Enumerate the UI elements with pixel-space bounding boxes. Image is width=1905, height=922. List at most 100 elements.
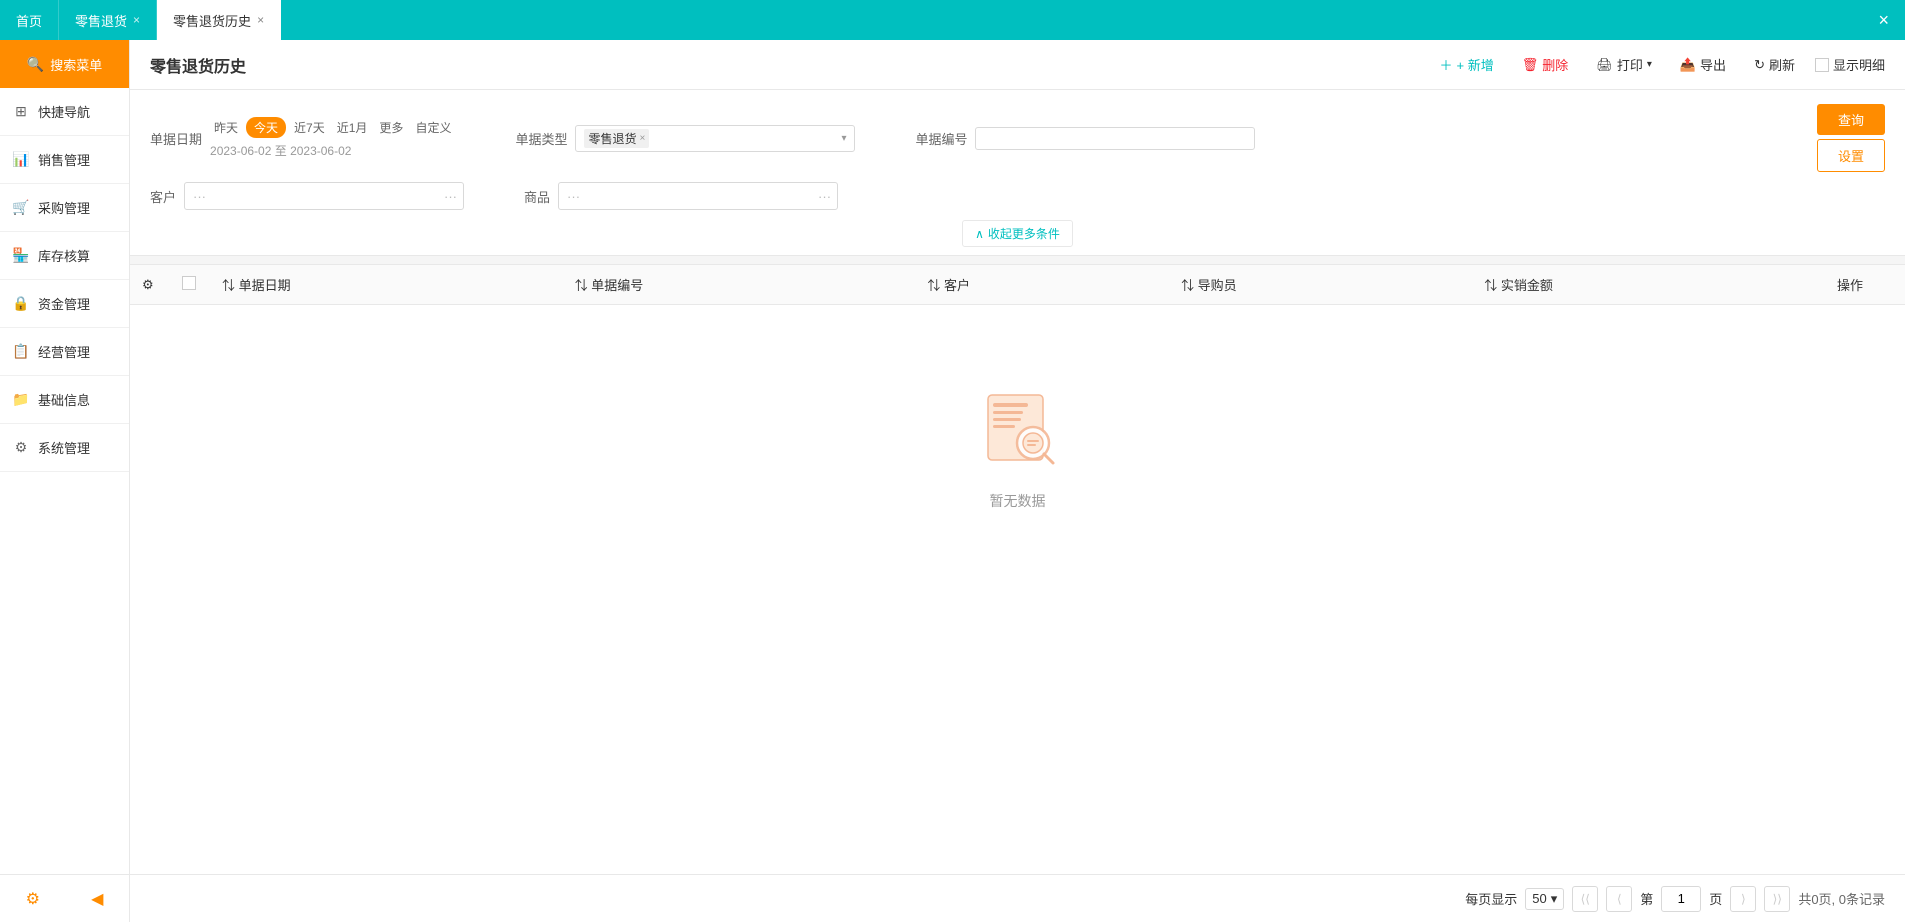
th-amount-label: ⇅ 实销金额 — [1484, 278, 1553, 293]
collapse-up-icon: ∧ — [975, 227, 984, 241]
topbar-close-button[interactable]: × — [1862, 0, 1905, 40]
tab-retail-return-close[interactable]: × — [133, 13, 140, 27]
display-mingxi: 显示明细 — [1815, 55, 1885, 74]
filter-type-select[interactable]: 零售退货 × ▾ — [575, 125, 855, 152]
th-checkbox[interactable] — [170, 265, 210, 305]
collapse-row: ∧ 收起更多条件 — [150, 220, 1885, 247]
filter-type-tag-close[interactable]: × — [639, 133, 645, 144]
sidebar-item-quick-nav[interactable]: ⊞ 快捷导航 — [0, 88, 129, 136]
print-label: 打印 — [1617, 55, 1643, 74]
purchase-mgmt-icon: 🛒 — [12, 199, 30, 217]
shortcut-7days[interactable]: 近7天 — [290, 117, 329, 138]
customer-placeholder: ··· — [193, 189, 206, 204]
sidebar-item-basic-info[interactable]: 📁 基础信息 — [0, 376, 129, 424]
th-guide[interactable]: ⇅ 导购员 — [1169, 265, 1472, 305]
th-customer[interactable]: ⇅ 客户 — [915, 265, 1169, 305]
empty-cell: 暂无数据 — [130, 305, 1905, 592]
empty-icon — [973, 385, 1063, 475]
delete-icon: 🗑 — [1522, 57, 1539, 73]
refresh-button[interactable]: ↻ 刷新 — [1746, 51, 1803, 78]
sidebar-item-inventory[interactable]: 🏪 库存核算 — [0, 232, 129, 280]
empty-state: 暂无数据 — [130, 305, 1905, 591]
basic-info-icon: 📁 — [12, 391, 30, 409]
sidebar-item-system-mgmt[interactable]: ⚙ 系统管理 — [0, 424, 129, 472]
sidebar-item-operations-label: 经营管理 — [38, 342, 90, 361]
operations-icon: 📋 — [12, 343, 30, 361]
finance-icon: 🔒 — [12, 295, 30, 313]
table-area: ⚙ ⇅ 单据日期 ⇅ 单据编号 ⇅ 客户 — [130, 264, 1905, 874]
th-settings-icon: ⚙ — [142, 277, 154, 292]
filter-type-label: 单据类型 — [515, 129, 567, 148]
filter-date-label: 单据日期 — [150, 129, 202, 148]
page-size-label: 每页显示 — [1465, 889, 1517, 908]
filter-settings-button[interactable]: 设置 — [1817, 139, 1885, 172]
filter-customer-input[interactable]: ··· — [184, 182, 464, 210]
export-button[interactable]: 📤 导出 — [1672, 51, 1734, 78]
th-date[interactable]: ⇅ 单据日期 — [210, 265, 563, 305]
sidebar-item-operations[interactable]: 📋 经营管理 — [0, 328, 129, 376]
date-shortcuts: 昨天 今天 近7天 近1月 更多 自定义 — [210, 117, 455, 138]
th-number[interactable]: ⇅ 单据编号 — [563, 265, 916, 305]
th-select-all-checkbox[interactable] — [182, 276, 196, 290]
shortcut-custom[interactable]: 自定义 — [411, 117, 455, 138]
shortcut-1month[interactable]: 近1月 — [333, 117, 372, 138]
date-range-display: 2023-06-02 至 2023-06-02 — [210, 142, 455, 159]
new-button[interactable]: ＋ + 新增 — [1432, 51, 1502, 78]
main-layout: 🔍 搜索菜单 ⊞ 快捷导航 📊 销售管理 🛒 采购管理 🏪 库存核算 🔒 — [0, 40, 1905, 922]
tab-home-label: 首页 — [16, 11, 42, 30]
filter-customer: 客户 ··· — [150, 182, 464, 210]
th-number-label: ⇅ 单据编号 — [575, 278, 644, 293]
sidebar-item-sales-mgmt-label: 销售管理 — [38, 150, 90, 169]
inventory-icon: 🏪 — [12, 247, 30, 265]
filter-goods-input[interactable]: ··· — [558, 182, 838, 210]
display-mingxi-label: 显示明细 — [1833, 55, 1885, 74]
delete-button[interactable]: 🗑 删除 — [1514, 51, 1577, 78]
pagination-next-button[interactable]: ⟩ — [1730, 886, 1756, 912]
new-label: + 新增 — [1457, 55, 1494, 74]
th-settings[interactable]: ⚙ — [130, 265, 170, 305]
sidebar-bottom: ⚙ ◀ — [0, 874, 129, 922]
sidebar-collapse-icon[interactable]: ◀ — [91, 889, 103, 909]
sidebar-item-finance[interactable]: 🔒 资金管理 — [0, 280, 129, 328]
sidebar-search[interactable]: 🔍 搜索菜单 — [0, 40, 129, 88]
data-table: ⚙ ⇅ 单据日期 ⇅ 单据编号 ⇅ 客户 — [130, 264, 1905, 591]
th-amount[interactable]: ⇅ 实销金额 — [1472, 265, 1825, 305]
empty-row: 暂无数据 — [130, 305, 1905, 592]
pagination-first-button[interactable]: ⟨⟨ — [1572, 886, 1598, 912]
pagination-last-button[interactable]: ⟩⟩ — [1764, 886, 1790, 912]
filter-type-tag: 零售退货 × — [584, 129, 649, 148]
collapse-label: 收起更多条件 — [988, 225, 1060, 242]
sidebar-settings-icon[interactable]: ⚙ — [26, 889, 40, 909]
content-area: 零售退货历史 ＋ + 新增 🗑 删除 🖨 打印 ▾ 📤 导出 — [130, 40, 1905, 922]
query-button[interactable]: 查询 — [1817, 104, 1885, 135]
shortcut-more[interactable]: 更多 — [375, 117, 407, 138]
display-mingxi-checkbox[interactable] — [1815, 58, 1829, 72]
tab-retail-return[interactable]: 零售退货 × — [59, 0, 157, 40]
filter-number-input[interactable] — [975, 127, 1255, 150]
shortcut-today[interactable]: 今天 — [246, 117, 286, 138]
print-button[interactable]: 🖨 打印 ▾ — [1588, 51, 1660, 78]
pagination-bar: 每页显示 50 ▾ ⟨⟨ ⟨ 第 页 ⟩ ⟩⟩ 共0页, 0条记录 — [130, 874, 1905, 922]
th-customer-label: ⇅ 客户 — [927, 278, 970, 293]
sidebar-item-inventory-label: 库存核算 — [38, 246, 90, 265]
new-icon: ＋ — [1440, 55, 1453, 74]
sidebar-item-sales-mgmt[interactable]: 📊 销售管理 — [0, 136, 129, 184]
page-size-select[interactable]: 50 ▾ — [1525, 888, 1564, 910]
tab-retail-return-history-close[interactable]: × — [257, 13, 264, 27]
page-input[interactable] — [1661, 886, 1701, 912]
sidebar-item-purchase-mgmt[interactable]: 🛒 采购管理 — [0, 184, 129, 232]
collapse-button[interactable]: ∧ 收起更多条件 — [962, 220, 1073, 247]
filter-customer-label: 客户 — [150, 187, 176, 206]
tab-retail-return-history[interactable]: 零售退货历史 × — [157, 0, 281, 40]
refresh-icon: ↻ — [1754, 57, 1765, 73]
tab-retail-return-label: 零售退货 — [75, 11, 127, 30]
pagination-prev-button[interactable]: ⟨ — [1606, 886, 1632, 912]
filter-type-tag-text: 零售退货 — [588, 130, 636, 147]
th-ops: 操作 — [1825, 265, 1905, 305]
tab-home[interactable]: 首页 — [0, 0, 59, 40]
sidebar-item-finance-label: 资金管理 — [38, 294, 90, 313]
tab-retail-return-history-label: 零售退货历史 — [173, 11, 251, 30]
table-header: ⚙ ⇅ 单据日期 ⇅ 单据编号 ⇅ 客户 — [130, 265, 1905, 305]
shortcut-yesterday[interactable]: 昨天 — [210, 117, 242, 138]
query-buttons: 查询 设置 — [1817, 104, 1885, 172]
